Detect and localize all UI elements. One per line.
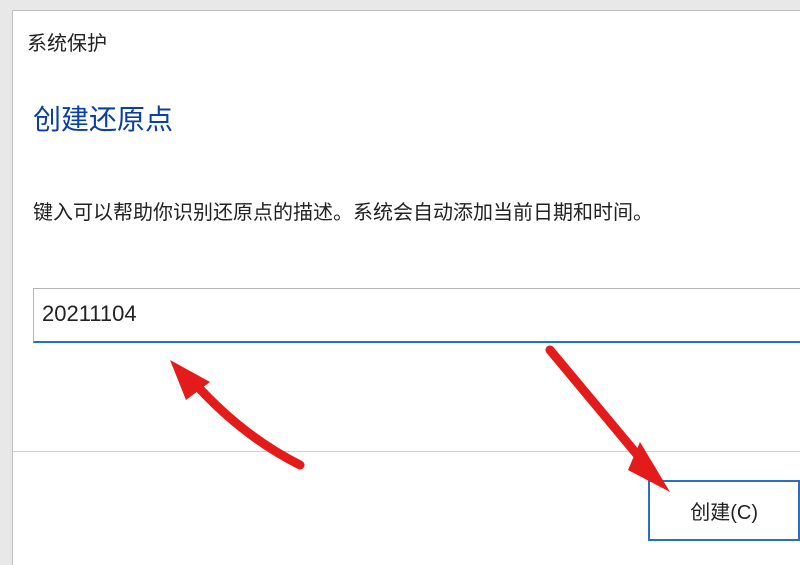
restore-point-description-text: 键入可以帮助你识别还原点的描述。系统会自动添加当前日期和时间。 [13, 158, 800, 268]
screenshot-frame: 系统保护 创建还原点 键入可以帮助你识别还原点的描述。系统会自动添加当前日期和时… [0, 0, 800, 565]
create-restore-point-heading: 创建还原点 [13, 68, 800, 158]
create-button[interactable]: 创建(C) [648, 480, 800, 541]
button-bar: 创建(C) [648, 480, 800, 541]
description-input-area [33, 288, 800, 343]
restore-point-description-input[interactable] [33, 288, 800, 343]
system-protection-dialog: 系统保护 创建还原点 键入可以帮助你识别还原点的描述。系统会自动添加当前日期和时… [12, 10, 800, 565]
dialog-title: 系统保护 [13, 11, 800, 68]
separator [13, 451, 800, 452]
